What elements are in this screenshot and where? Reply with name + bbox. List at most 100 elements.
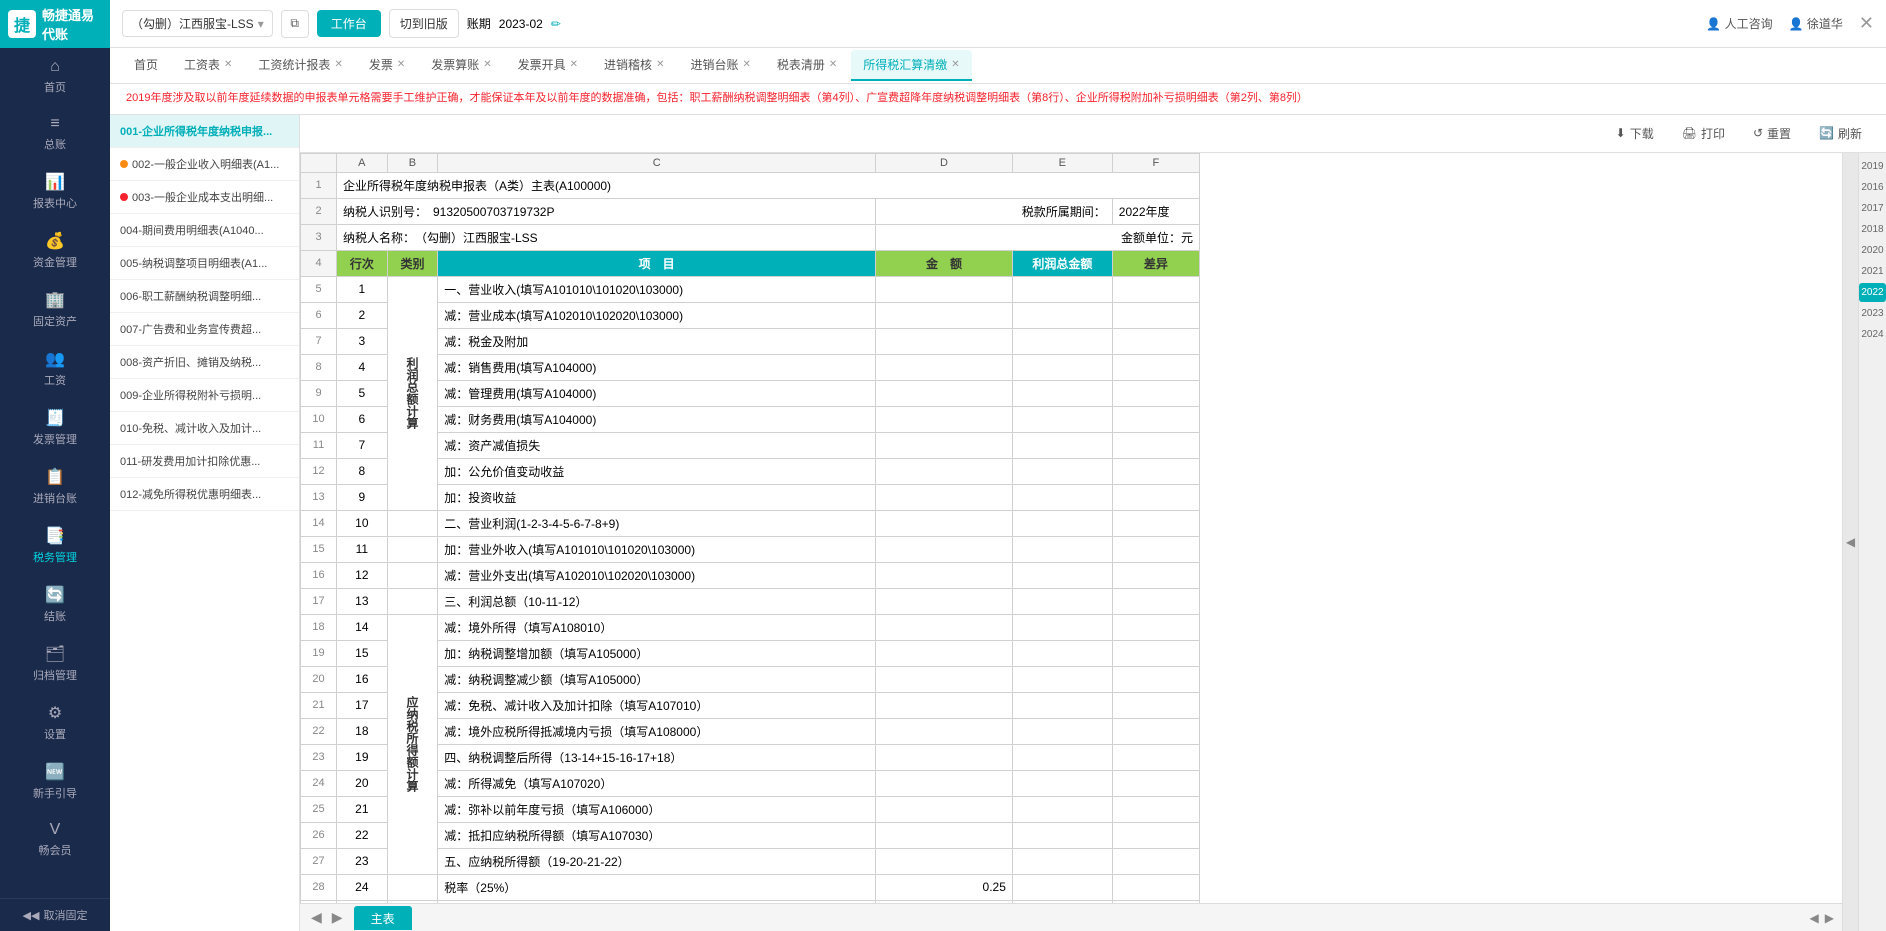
sidebar-item-settings[interactable]: ⚙设置 (0, 693, 110, 752)
left-panel-item-007[interactable]: 007-广告费和业务宣传费超... (110, 313, 299, 346)
year-badge-2018[interactable]: 2018 (1859, 220, 1885, 239)
amount-cell[interactable] (876, 770, 1013, 796)
tab-close-btn[interactable]: ✕ (656, 59, 664, 70)
company-selector[interactable]: （勾删）江西服宝-LSS ▾ (122, 10, 273, 37)
year-badge-2019[interactable]: 2019 (1859, 157, 1885, 176)
left-panel-item-004[interactable]: 004-期间费用明细表(A1040... (110, 214, 299, 247)
scroll-right-btn[interactable]: ▶ (1825, 911, 1834, 925)
sidebar-item-payroll[interactable]: 👥工资 (0, 339, 110, 398)
amount-cell[interactable] (876, 666, 1013, 692)
amount-cell[interactable] (876, 328, 1013, 354)
amount-cell[interactable] (876, 302, 1013, 328)
cancel-fixed-btn[interactable]: ◀◀ 取消固定 (0, 898, 110, 931)
sidebar-item-general-ledger[interactable]: ≡总账 (0, 105, 110, 162)
tab-工资统计报表[interactable]: 工资统计报表✕ (246, 50, 354, 81)
copy-icon-btn[interactable]: ⧉ (281, 10, 309, 38)
sidebar-item-home[interactable]: ⌂首页 (0, 48, 110, 105)
tab-close-btn[interactable]: ✕ (334, 59, 342, 70)
switch-old-btn[interactable]: 切到旧版 (389, 9, 459, 38)
tab-工资表[interactable]: 工资表✕ (172, 50, 244, 81)
amount-cell[interactable] (876, 562, 1013, 588)
download-btn[interactable]: ⬇ 下载 (1608, 121, 1662, 146)
tab-close-btn[interactable]: ✕ (829, 59, 837, 70)
user-avatar[interactable]: 👤 徐道华 (1789, 15, 1843, 32)
amount-cell[interactable] (876, 718, 1013, 744)
sidebar-item-archive-mgmt[interactable]: 🗂归档管理 (0, 634, 110, 693)
scroll-left-btn[interactable]: ◀ (1810, 911, 1819, 925)
amount-cell[interactable] (876, 692, 1013, 718)
year-badge-2017[interactable]: 2017 (1859, 199, 1885, 218)
amount-cell[interactable] (876, 484, 1013, 510)
amount-cell[interactable] (876, 614, 1013, 640)
period-edit-icon[interactable]: ✏ (551, 17, 561, 31)
tab-left-arrow[interactable]: ◀ (308, 909, 325, 926)
amount-cell[interactable]: 0.25 (876, 874, 1013, 900)
amount-cell[interactable] (876, 796, 1013, 822)
tab-close-btn[interactable]: ✕ (397, 59, 405, 70)
left-panel-item-009[interactable]: 009-企业所得税附补亏损明... (110, 379, 299, 412)
close-main-btn[interactable]: ✕ (1859, 13, 1874, 34)
left-panel-item-010[interactable]: 010-免税、减计收入及加计... (110, 412, 299, 445)
amount-cell[interactable] (876, 380, 1013, 406)
diff-cell (1112, 276, 1199, 302)
amount-cell[interactable] (876, 276, 1013, 302)
amount-cell[interactable] (876, 588, 1013, 614)
tab-所得税汇算清缴[interactable]: 所得税汇算清缴✕ (851, 50, 971, 81)
sidebar-item-fund-mgmt[interactable]: 💰资金管理 (0, 221, 110, 280)
tab-首页[interactable]: 首页 (122, 50, 170, 81)
left-panel-item-001[interactable]: 001-企业所得税年度纳税申报... (110, 115, 299, 148)
sidebar-item-member[interactable]: V畅会员 (0, 811, 110, 868)
tab-right-arrow[interactable]: ▶ (329, 909, 346, 926)
tab-close-btn[interactable]: ✕ (483, 59, 491, 70)
tab-发票算账[interactable]: 发票算账✕ (419, 50, 503, 81)
tab-close-btn[interactable]: ✕ (570, 59, 578, 70)
tab-close-btn[interactable]: ✕ (742, 59, 750, 70)
amount-cell[interactable] (876, 744, 1013, 770)
sidebar-item-fixed-assets[interactable]: 🏢固定资产 (0, 280, 110, 339)
amount-cell[interactable] (876, 458, 1013, 484)
amount-cell[interactable] (876, 900, 1013, 903)
sidebar-item-tax-mgmt[interactable]: 📑税务管理 (0, 516, 110, 575)
workbench-btn[interactable]: 工作台 (317, 10, 381, 37)
left-panel-item-011[interactable]: 011-研发费用加计扣除优惠... (110, 445, 299, 478)
amount-cell[interactable] (876, 848, 1013, 874)
amount-cell[interactable] (876, 432, 1013, 458)
tab-close-btn[interactable]: ✕ (951, 59, 959, 70)
sheet-tab-main[interactable]: 主表 (354, 906, 412, 930)
amount-cell[interactable] (876, 536, 1013, 562)
collapse-panel-btn[interactable]: ◀ (1842, 153, 1858, 931)
left-panel-item-003[interactable]: 003-一般企业成本支出明细... (110, 181, 299, 214)
amount-cell[interactable] (876, 510, 1013, 536)
amount-cell[interactable] (876, 640, 1013, 666)
print-btn[interactable]: 🖨 打印 (1674, 121, 1733, 146)
year-badge-2016[interactable]: 2016 (1859, 178, 1885, 197)
consult-btn[interactable]: 👤 人工咨询 (1706, 15, 1772, 32)
tab-进销台账[interactable]: 进销台账✕ (678, 50, 762, 81)
table-container[interactable]: ABCDEF1企业所得税年度纳税申报表（A类）主表(A100000)2纳税人识别… (300, 153, 1842, 903)
left-panel-item-006[interactable]: 006-职工薪酬纳税调整明细... (110, 280, 299, 313)
left-panel-item-002[interactable]: 002-一般企业收入明细表(A1... (110, 148, 299, 181)
tab-进销稽核[interactable]: 进销稽核✕ (592, 50, 676, 81)
sidebar-item-purchase-sales[interactable]: 📋进销台账 (0, 457, 110, 516)
year-badge-2024[interactable]: 2024 (1859, 325, 1885, 344)
reset-btn[interactable]: ↺ 重置 (1745, 121, 1799, 146)
sidebar-item-settlement[interactable]: 🔄结账 (0, 575, 110, 634)
refresh-btn[interactable]: 🔄 刷新 (1811, 121, 1870, 146)
left-panel-item-012[interactable]: 012-减免所得税优惠明细表... (110, 478, 299, 511)
year-badge-2020[interactable]: 2020 (1859, 241, 1885, 260)
sidebar-item-report-center[interactable]: 📊报表中心 (0, 162, 110, 221)
year-badge-2021[interactable]: 2021 (1859, 262, 1885, 281)
tab-发票开具[interactable]: 发票开具✕ (506, 50, 590, 81)
amount-cell[interactable] (876, 822, 1013, 848)
tab-发票[interactable]: 发票✕ (357, 50, 417, 81)
tab-close-btn[interactable]: ✕ (224, 59, 232, 70)
amount-cell[interactable] (876, 406, 1013, 432)
tab-税表清册[interactable]: 税表清册✕ (765, 50, 849, 81)
sidebar-item-new-guide[interactable]: 🆕新手引导 (0, 752, 110, 811)
year-badge-2023[interactable]: 2023 (1859, 304, 1885, 323)
year-badge-2022[interactable]: 2022 (1859, 283, 1885, 302)
sidebar-item-invoice-mgmt[interactable]: 🧾发票管理 (0, 398, 110, 457)
amount-cell[interactable] (876, 354, 1013, 380)
left-panel-item-005[interactable]: 005-纳税调整项目明细表(A1... (110, 247, 299, 280)
left-panel-item-008[interactable]: 008-资产折旧、摊销及纳税... (110, 346, 299, 379)
